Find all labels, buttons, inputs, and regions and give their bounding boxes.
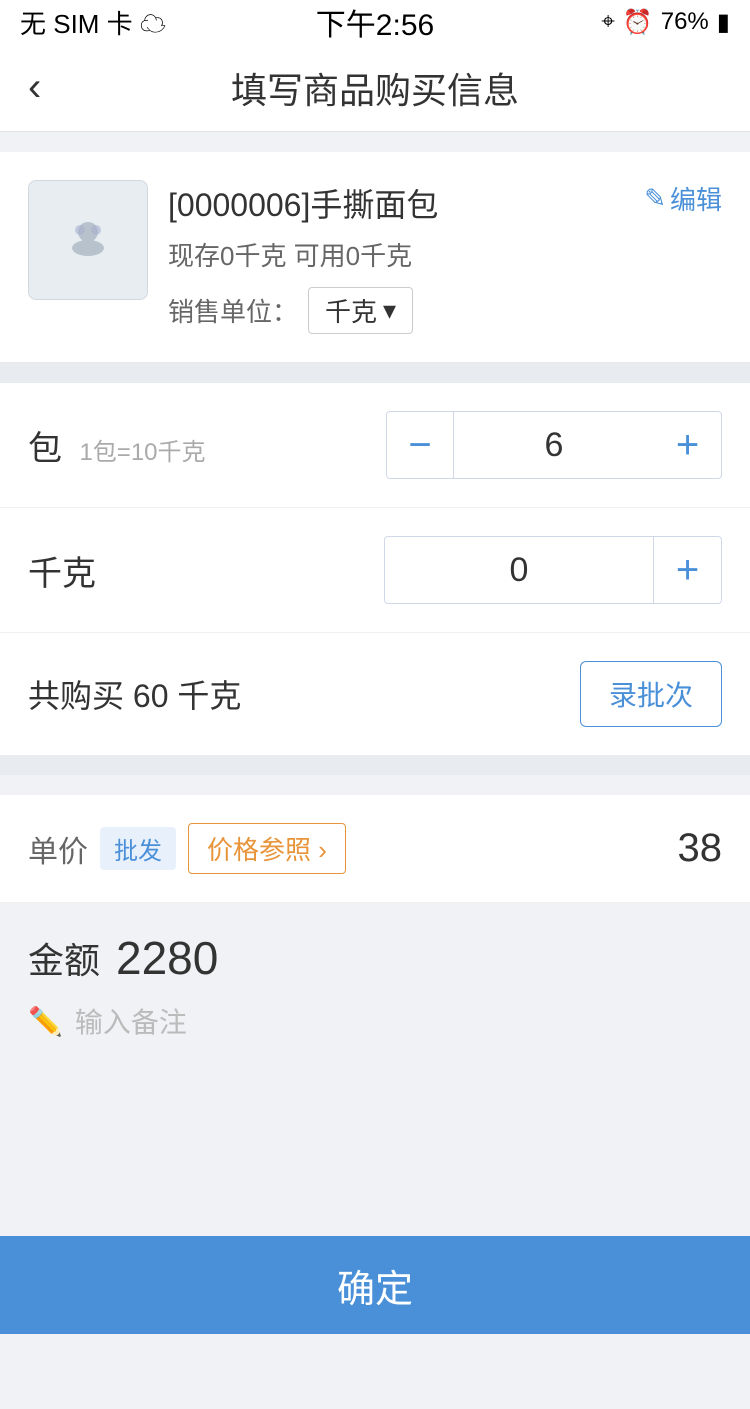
- pencil-icon: ✏️: [28, 1005, 63, 1038]
- alarm-icon: ⏰: [623, 8, 653, 37]
- divider-2: [0, 755, 750, 775]
- bag-quantity-input[interactable]: [454, 411, 654, 479]
- price-ref-button[interactable]: 价格参照 ›: [188, 823, 346, 874]
- kg-quantity-input[interactable]: [384, 536, 654, 604]
- price-section: 单价 批发 价格参照 › 38: [0, 795, 750, 903]
- price-row: 单价 批发 价格参照 › 38: [0, 795, 750, 903]
- confirm-button[interactable]: 确定: [0, 1236, 750, 1334]
- kg-quantity-control: +: [384, 536, 722, 604]
- status-left: 无 SIM 卡 ☁: [20, 4, 166, 41]
- unit-selector[interactable]: 千克 ▾: [308, 287, 413, 334]
- unit-label: 销售单位：: [168, 292, 298, 329]
- product-image: [28, 180, 148, 300]
- edit-button[interactable]: ✎ 编辑: [644, 180, 722, 217]
- batch-button[interactable]: 录批次: [580, 661, 722, 727]
- sim-label: 无 SIM 卡 ☁: [20, 4, 166, 41]
- location-icon: ⌖: [601, 8, 615, 36]
- status-right: ⌖ ⏰ 76% ▮: [601, 8, 730, 37]
- status-time: 下午2:56: [316, 0, 434, 44]
- nav-bar: ‹ 填写商品购买信息: [0, 44, 750, 132]
- bag-hint: 1包=10千克: [79, 439, 205, 466]
- product-info: [0000006]手撕面包 现存0千克 可用0千克 销售单位： 千克 ▾: [168, 180, 722, 334]
- battery-label: 76%: [661, 8, 709, 36]
- bag-input-section: 包 1包=10千克 − + 千克 + 共购买 60 千克 录批次: [0, 383, 750, 755]
- price-value: 38: [678, 826, 723, 871]
- status-bar: 无 SIM 卡 ☁ 下午2:56 ⌖ ⏰ 76% ▮: [0, 0, 750, 44]
- unit-value: 千克: [325, 292, 377, 329]
- kg-input-row: 千克 +: [0, 508, 750, 633]
- product-unit-row: 销售单位： 千克 ▾: [168, 287, 722, 334]
- bag-decrement-button[interactable]: −: [386, 411, 454, 479]
- amount-section: 金额 2280 ✏️ 输入备注: [0, 903, 750, 1069]
- summary-row: 共购买 60 千克 录批次: [0, 633, 750, 755]
- bag-input-row: 包 1包=10千克 − +: [0, 383, 750, 508]
- back-button[interactable]: ‹: [28, 65, 41, 110]
- bag-label: 包 1包=10千克: [28, 421, 386, 470]
- kg-increment-button[interactable]: +: [654, 536, 722, 604]
- remark-placeholder: 输入备注: [75, 1001, 187, 1041]
- price-tag: 批发: [100, 827, 176, 870]
- edit-label: 编辑: [670, 180, 722, 217]
- battery-icon: ▮: [717, 8, 730, 37]
- amount-row: 金额 2280: [28, 931, 722, 985]
- confirm-label: 确定: [337, 1258, 413, 1313]
- edit-icon: ✎: [644, 183, 666, 214]
- amount-value: 2280: [116, 931, 218, 985]
- kg-label: 千克: [28, 546, 384, 595]
- summary-text: 共购买 60 千克: [28, 671, 241, 717]
- bag-increment-button[interactable]: +: [654, 411, 722, 479]
- page-title: 填写商品购买信息: [231, 62, 519, 114]
- product-name: [0000006]手撕面包: [168, 180, 722, 226]
- product-stock: 现存0千克 可用0千克: [168, 236, 722, 273]
- bag-quantity-control: − +: [386, 411, 722, 479]
- divider-1: [0, 363, 750, 383]
- amount-label: 金额: [28, 932, 100, 984]
- chevron-down-icon: ▾: [383, 295, 396, 326]
- remark-row[interactable]: ✏️ 输入备注: [28, 1001, 722, 1041]
- product-card: [0000006]手撕面包 现存0千克 可用0千克 销售单位： 千克 ▾ ✎ 编…: [0, 152, 750, 363]
- price-label: 单价: [28, 827, 88, 871]
- product-thumbnail-icon: [58, 210, 118, 270]
